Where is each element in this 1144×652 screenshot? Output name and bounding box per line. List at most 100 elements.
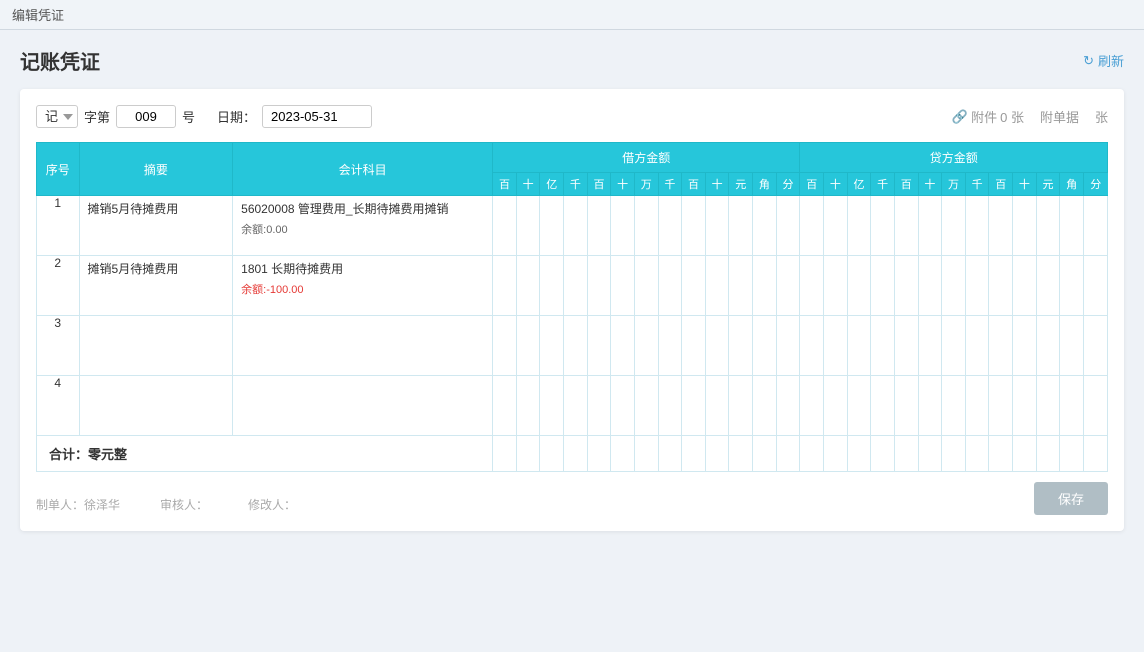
total-credit-7[interactable] xyxy=(942,436,966,472)
row-2-credit-3[interactable] xyxy=(871,316,895,376)
attachment-link[interactable]: 🔗 附件 0 张 xyxy=(952,107,1024,126)
row-3-debit-7[interactable] xyxy=(658,376,682,436)
refresh-button[interactable]: ↻ 刷新 xyxy=(1083,51,1124,70)
total-debit-2[interactable] xyxy=(516,436,540,472)
total-debit-5[interactable] xyxy=(587,436,611,472)
row-3-debit-9[interactable] xyxy=(705,376,729,436)
total-credit-8[interactable] xyxy=(965,436,989,472)
row-0-debit-9[interactable] xyxy=(705,196,729,256)
row-2-debit-12[interactable] xyxy=(776,316,800,376)
row-3-debit-3[interactable] xyxy=(564,376,588,436)
row-3-debit-10[interactable] xyxy=(729,376,753,436)
row-2-debit-5[interactable] xyxy=(611,316,635,376)
row-3-credit-6[interactable] xyxy=(942,376,966,436)
total-credit-5[interactable] xyxy=(894,436,918,472)
row-2-credit-1[interactable] xyxy=(824,316,848,376)
row-3-debit-5[interactable] xyxy=(611,376,635,436)
row-0-credit-9[interactable] xyxy=(1013,196,1037,256)
row-2-credit-11[interactable] xyxy=(1060,316,1084,376)
row-1-credit-11[interactable] xyxy=(1060,256,1084,316)
voucher-number-input[interactable] xyxy=(116,105,176,128)
ji-select[interactable]: 记 xyxy=(36,105,78,128)
row-1-credit-0[interactable] xyxy=(800,256,824,316)
total-debit-12[interactable] xyxy=(753,436,777,472)
row-3-credit-1[interactable] xyxy=(824,376,848,436)
row-1-credit-5[interactable] xyxy=(918,256,942,316)
row-0-credit-1[interactable] xyxy=(824,196,848,256)
row-2-debit-6[interactable] xyxy=(634,316,658,376)
row-2-debit-9[interactable] xyxy=(705,316,729,376)
row-3-credit-5[interactable] xyxy=(918,376,942,436)
row-1-debit-6[interactable] xyxy=(634,256,658,316)
row-3-credit-10[interactable] xyxy=(1036,376,1060,436)
row-1-debit-7[interactable] xyxy=(658,256,682,316)
row-2-credit-2[interactable] xyxy=(847,316,871,376)
row-0-debit-6[interactable] xyxy=(634,196,658,256)
row-0-debit-7[interactable] xyxy=(658,196,682,256)
row-2-debit-8[interactable] xyxy=(682,316,706,376)
total-debit-4[interactable] xyxy=(564,436,588,472)
row-0-debit-11[interactable] xyxy=(753,196,777,256)
row-3-debit-8[interactable] xyxy=(682,376,706,436)
row-0-credit-5[interactable] xyxy=(918,196,942,256)
total-debit-8[interactable] xyxy=(658,436,682,472)
total-credit-9[interactable] xyxy=(989,436,1013,472)
row-3-credit-11[interactable] xyxy=(1060,376,1084,436)
row-1-debit-8[interactable] xyxy=(682,256,706,316)
total-debit-13[interactable] xyxy=(776,436,800,472)
row-3-debit-11[interactable] xyxy=(753,376,777,436)
row-2-credit-6[interactable] xyxy=(942,316,966,376)
row-0-debit-3[interactable] xyxy=(564,196,588,256)
row-1-debit-11[interactable] xyxy=(753,256,777,316)
total-credit-1[interactable] xyxy=(800,436,824,472)
row-1-debit-9[interactable] xyxy=(705,256,729,316)
row-3-credit-0[interactable] xyxy=(800,376,824,436)
row-2-debit-10[interactable] xyxy=(729,316,753,376)
row-3-debit-4[interactable] xyxy=(587,376,611,436)
row-0-debit-2[interactable] xyxy=(540,196,564,256)
row-1-debit-3[interactable] xyxy=(564,256,588,316)
row-1-credit-6[interactable] xyxy=(942,256,966,316)
row-0-credit-7[interactable] xyxy=(965,196,989,256)
row-1-debit-5[interactable] xyxy=(611,256,635,316)
row-subject-2[interactable] xyxy=(233,316,493,376)
date-input[interactable] xyxy=(262,105,372,128)
row-0-credit-10[interactable] xyxy=(1036,196,1060,256)
row-1-credit-7[interactable] xyxy=(965,256,989,316)
row-3-credit-7[interactable] xyxy=(965,376,989,436)
row-3-debit-12[interactable] xyxy=(776,376,800,436)
row-2-credit-4[interactable] xyxy=(894,316,918,376)
row-0-credit-3[interactable] xyxy=(871,196,895,256)
row-1-debit-10[interactable] xyxy=(729,256,753,316)
total-credit-13[interactable] xyxy=(1083,436,1107,472)
row-3-debit-2[interactable] xyxy=(540,376,564,436)
row-0-debit-1[interactable] xyxy=(516,196,540,256)
row-1-credit-1[interactable] xyxy=(824,256,848,316)
row-0-debit-0[interactable] xyxy=(493,196,517,256)
row-summary-3[interactable] xyxy=(79,376,233,436)
row-3-credit-8[interactable] xyxy=(989,376,1013,436)
row-0-debit-10[interactable] xyxy=(729,196,753,256)
total-credit-10[interactable] xyxy=(1013,436,1037,472)
row-2-debit-2[interactable] xyxy=(540,316,564,376)
row-1-credit-3[interactable] xyxy=(871,256,895,316)
row-0-debit-5[interactable] xyxy=(611,196,635,256)
row-1-credit-4[interactable] xyxy=(894,256,918,316)
row-1-debit-4[interactable] xyxy=(587,256,611,316)
row-1-debit-1[interactable] xyxy=(516,256,540,316)
row-1-credit-8[interactable] xyxy=(989,256,1013,316)
total-credit-12[interactable] xyxy=(1060,436,1084,472)
total-debit-3[interactable] xyxy=(540,436,564,472)
row-3-credit-12[interactable] xyxy=(1083,376,1107,436)
row-3-debit-1[interactable] xyxy=(516,376,540,436)
row-0-credit-8[interactable] xyxy=(989,196,1013,256)
row-1-debit-0[interactable] xyxy=(493,256,517,316)
row-0-credit-2[interactable] xyxy=(847,196,871,256)
row-2-credit-10[interactable] xyxy=(1036,316,1060,376)
row-2-credit-7[interactable] xyxy=(965,316,989,376)
row-2-credit-12[interactable] xyxy=(1083,316,1107,376)
row-subject-0[interactable]: 56020008 管理费用_长期待摊费用摊销余额:0.00 xyxy=(233,196,493,256)
row-3-debit-0[interactable] xyxy=(493,376,517,436)
row-summary-0[interactable]: 摊销5月待摊费用 xyxy=(79,196,233,256)
row-2-debit-3[interactable] xyxy=(564,316,588,376)
